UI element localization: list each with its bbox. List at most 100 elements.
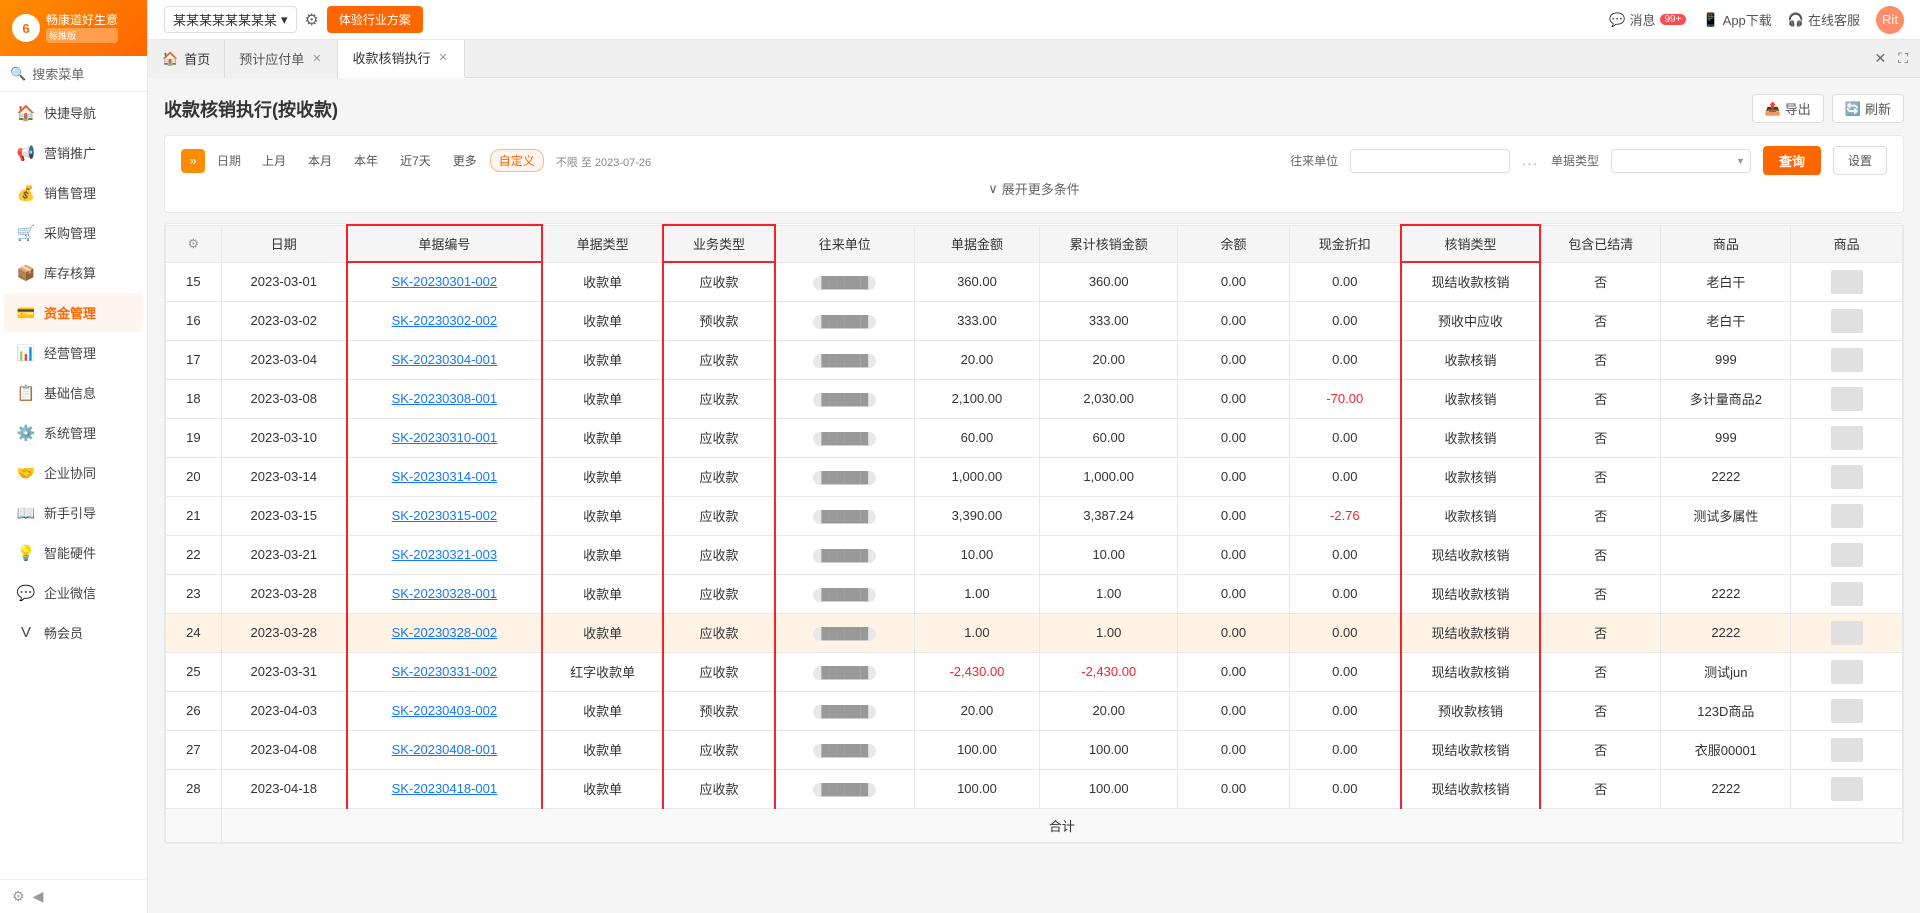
this-month-btn[interactable]: 本月 (299, 149, 341, 172)
refresh-button[interactable]: 🔄 刷新 (1832, 94, 1904, 123)
tab-receivable[interactable]: 预计应付单 ✕ (225, 40, 338, 78)
doc-type-select-wrap (1611, 149, 1751, 173)
settings-icon[interactable]: ⚙ (12, 888, 25, 905)
cell-amount: 2,100.00 (914, 379, 1039, 418)
sidebar-item-purchase[interactable]: 🛒采购管理 (4, 213, 143, 252)
doc-code-link[interactable]: SK-20230418-001 (392, 781, 498, 796)
page-title: 收款核销执行(按收款) (164, 96, 338, 122)
cell-date: 2023-03-14 (221, 457, 346, 496)
cell-doc-type: 收款单 (542, 379, 663, 418)
footer-total-label: 合计 (221, 808, 1902, 842)
cell-unit: ██████ (775, 457, 914, 496)
maximize-icon[interactable]: ⛶ (1894, 46, 1912, 71)
doc-code-link[interactable]: SK-20230314-001 (392, 469, 498, 484)
sidebar-item-management[interactable]: 📊经营管理 (4, 333, 143, 372)
solution-button[interactable]: 体验行业方案 (327, 6, 423, 33)
cell-doc-type: 收款单 (542, 769, 663, 808)
date-filter-buttons: 上月 本月 本年 近7天 更多 自定义 (253, 149, 544, 172)
message-item[interactable]: 💬 消息 99+ (1609, 10, 1686, 29)
cell-product1: 多计量商品2 (1661, 379, 1791, 418)
doc-code-link[interactable]: SK-20230310-001 (392, 430, 498, 445)
cell-cancel-type: 现结收款核销 (1401, 769, 1540, 808)
doc-code-link[interactable]: SK-20230328-001 (392, 586, 498, 601)
table-row: 16 2023-03-02 SK-20230302-002 收款单 预收款 ██… (166, 301, 1903, 340)
user-avatar[interactable]: Rit (1876, 6, 1904, 34)
cell-balance: 0.00 (1178, 496, 1290, 535)
online-service-item[interactable]: 🎧 在线客服 (1788, 10, 1860, 29)
app-download-item[interactable]: 📱 App下载 (1702, 10, 1771, 29)
sidebar-item-system[interactable]: ⚙️系统管理 (4, 413, 143, 452)
filter-row-1: » 日期 上月 本月 本年 近7天 更多 自定义 不限 至 2023-07-26… (181, 146, 1887, 175)
sidebar-item-guide[interactable]: 📖新手引导 (4, 493, 143, 532)
sidebar-item-hardware[interactable]: 💡智能硬件 (4, 533, 143, 572)
sidebar-bottom: ⚙ ◀ (0, 879, 147, 913)
tab-collection-close[interactable]: ✕ (436, 49, 449, 66)
doc-code-link[interactable]: SK-20230304-001 (392, 352, 498, 367)
cell-balance: 0.00 (1178, 535, 1290, 574)
more-date-btn[interactable]: 更多 (444, 149, 486, 172)
cell-balance: 0.00 (1178, 613, 1290, 652)
expand-conditions-row[interactable]: ∨ 展开更多条件 (181, 175, 1887, 202)
doc-code-link[interactable]: SK-20230302-002 (392, 313, 498, 328)
cell-product2 (1791, 379, 1903, 418)
enterprise-icon: 🤝 (16, 464, 36, 482)
doc-type-select[interactable] (1611, 149, 1751, 173)
doc-code-link[interactable]: SK-20230328-002 (392, 625, 498, 640)
cell-biz-type: 预收款 (663, 691, 775, 730)
doc-code-link[interactable]: SK-20230308-001 (392, 391, 498, 406)
cell-product2 (1791, 340, 1903, 379)
cell-unit: ██████ (775, 652, 914, 691)
cell-cancel-type: 现结收款核销 (1401, 574, 1540, 613)
marketing-icon: 📢 (16, 144, 36, 162)
sidebar-item-finance[interactable]: 💳资金管理 (4, 293, 143, 332)
th-balance: 余额 (1178, 225, 1290, 262)
tab-collection[interactable]: 收款核销执行 ✕ (338, 40, 464, 78)
cell-no: 27 (166, 730, 222, 769)
sidebar-item-wechat[interactable]: 💬企业微信 (4, 573, 143, 612)
query-button[interactable]: 查询 (1763, 146, 1821, 175)
doc-code-link[interactable]: SK-20230315-002 (392, 508, 498, 523)
cell-biz-type: 应收款 (663, 496, 775, 535)
custom-date-btn[interactable]: 自定义 (490, 149, 544, 172)
cell-date: 2023-04-03 (221, 691, 346, 730)
table-row: 20 2023-03-14 SK-20230314-001 收款单 应收款 ██… (166, 457, 1903, 496)
filter-settings-button[interactable]: 设置 (1833, 146, 1887, 175)
doc-code-link[interactable]: SK-20230331-002 (392, 664, 498, 679)
cell-doc-type: 收款单 (542, 691, 663, 730)
unit-filter-dots[interactable]: ... (1522, 153, 1539, 168)
tab-receivable-close[interactable]: ✕ (310, 50, 323, 67)
sidebar-item-label: 营销推广 (44, 143, 96, 162)
cell-balance: 0.00 (1178, 262, 1290, 301)
sidebar-item-member[interactable]: V畅会员 (4, 613, 143, 652)
last-month-btn[interactable]: 上月 (253, 149, 295, 172)
unit-filter-input[interactable] (1350, 149, 1510, 173)
sidebar-item-quicknav[interactable]: 🏠快捷导航 (4, 93, 143, 132)
collapse-icon[interactable]: ◀ (33, 888, 44, 905)
sidebar-item-marketing[interactable]: 📢 营销推广 (4, 133, 143, 172)
cell-product1: 衣服00001 (1661, 730, 1791, 769)
cell-amount: 333.00 (914, 301, 1039, 340)
doc-code-link[interactable]: SK-20230301-002 (392, 274, 498, 289)
close-tab-icon[interactable]: ✕ (1870, 46, 1890, 71)
7days-btn[interactable]: 近7天 (391, 149, 440, 172)
sidebar-item-inventory[interactable]: 📦库存核算 (4, 253, 143, 292)
company-selector[interactable]: 某某某某某某某某 ▾ (164, 6, 297, 33)
doc-code-link[interactable]: SK-20230321-003 (392, 547, 498, 562)
filter-collapse-btn[interactable]: » (181, 149, 205, 173)
cell-doc-type: 收款单 (542, 496, 663, 535)
sidebar-item-basic[interactable]: 📋基础信息 (4, 373, 143, 412)
sidebar-item-label: 资金管理 (44, 303, 96, 322)
this-year-btn[interactable]: 本年 (345, 149, 387, 172)
tab-home[interactable]: 🏠 首页 (148, 40, 225, 78)
sidebar-item-label: 畅会员 (44, 623, 83, 642)
sidebar-item-sales[interactable]: 💰销售管理 (4, 173, 143, 212)
th-settings[interactable]: ⚙ (166, 225, 222, 262)
cell-cum-amount: 20.00 (1040, 340, 1178, 379)
doc-code-link[interactable]: SK-20230408-001 (392, 742, 498, 757)
unit-masked: ██████ (813, 393, 876, 407)
topbar-gear-icon[interactable]: ⚙ (305, 10, 319, 30)
doc-code-link[interactable]: SK-20230403-002 (392, 703, 498, 718)
export-button[interactable]: 📤 导出 (1752, 94, 1824, 123)
sidebar-item-enterprise[interactable]: 🤝企业协同 (4, 453, 143, 492)
sidebar-search[interactable]: 🔍 搜索菜单 (0, 56, 147, 92)
